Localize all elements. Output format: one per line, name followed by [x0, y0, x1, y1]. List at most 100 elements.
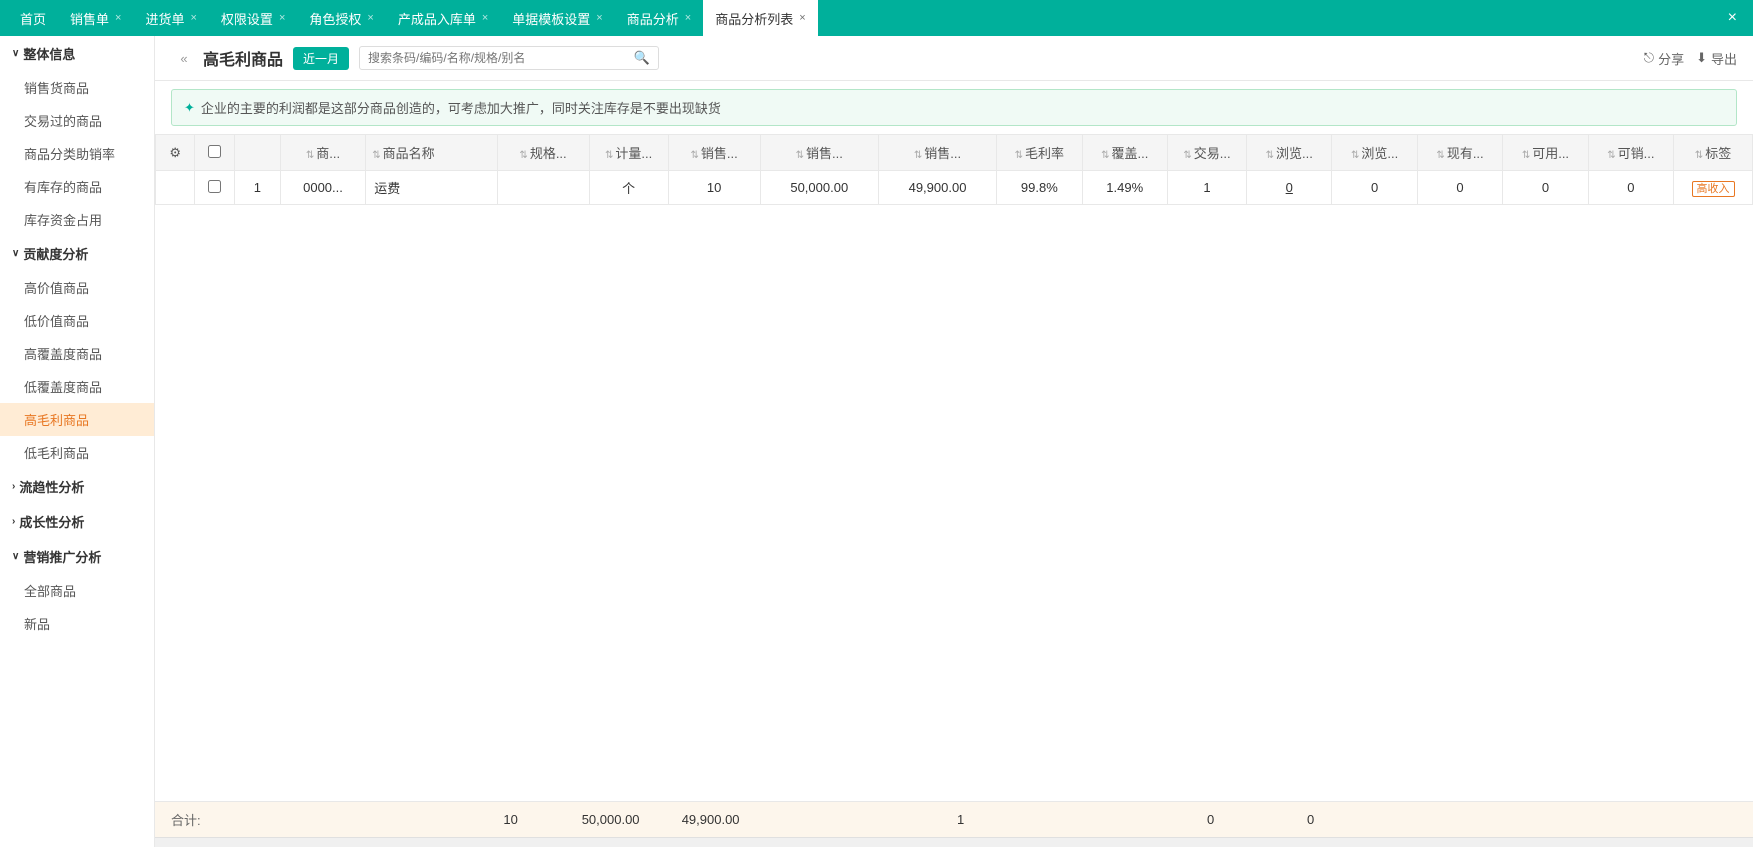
- sidebar-item-category-rate[interactable]: 商品分类助销率: [0, 137, 154, 170]
- row-setting[interactable]: [156, 171, 195, 205]
- col-header-sale3[interactable]: ⇅销售...: [878, 135, 996, 171]
- sidebar-group-overall-arrow: ∨: [12, 48, 19, 59]
- table-row: 1 0000... 运费 个 10 50,000.00 49,900.00 99…: [156, 171, 1753, 205]
- tag-badge: 高收入: [1692, 181, 1735, 197]
- nav-home[interactable]: 首页: [8, 0, 58, 36]
- footer-sale2: 50,000.00: [571, 812, 651, 827]
- nav-product-analysis[interactable]: 商品分析 ×: [615, 0, 703, 36]
- row-stock3: 0: [1588, 171, 1673, 205]
- export-button[interactable]: ⬇ 导出: [1696, 49, 1737, 68]
- sidebar-item-high-coverage[interactable]: 高覆盖度商品: [0, 337, 154, 370]
- sidebar-item-high-margin[interactable]: 高毛利商品: [0, 403, 154, 436]
- sidebar-group-contribution-arrow: ∨: [12, 248, 19, 259]
- nav-analysis-close[interactable]: ×: [685, 12, 691, 24]
- export-icon: ⬇: [1696, 50, 1707, 66]
- col-header-check[interactable]: [195, 135, 234, 171]
- table-footer: 合计: 10 50,000.00 49,900.00 1 0 0: [155, 801, 1753, 837]
- sidebar-collapse-btn[interactable]: «: [175, 49, 193, 67]
- col-header-stock1[interactable]: ⇅现有...: [1417, 135, 1502, 171]
- nav-role-close[interactable]: ×: [367, 12, 373, 24]
- nav-permission-close[interactable]: ×: [279, 12, 285, 24]
- nav-purchase[interactable]: 进货单 ×: [133, 0, 208, 36]
- sidebar-item-sales-goods[interactable]: 销售货商品: [0, 71, 154, 104]
- select-all-checkbox[interactable]: [208, 145, 221, 158]
- col-header-browse1[interactable]: ⇅浏览...: [1247, 135, 1332, 171]
- col-header-sale2[interactable]: ⇅销售...: [760, 135, 878, 171]
- nav-sales-close[interactable]: ×: [115, 12, 121, 24]
- filter-period-button[interactable]: 近一月: [293, 47, 349, 70]
- sidebar-item-high-value[interactable]: 高价值商品: [0, 271, 154, 304]
- col-header-trade[interactable]: ⇅交易...: [1167, 135, 1246, 171]
- footer-stock1: 0: [1171, 812, 1251, 827]
- nav-sales[interactable]: 销售单 ×: [58, 0, 133, 36]
- sidebar-item-low-value[interactable]: 低价值商品: [0, 304, 154, 337]
- nav-product-inbound-close[interactable]: ×: [482, 12, 488, 24]
- content-header: « 高毛利商品 近一月 🔍 ⎋ 分享 ⬇ 导出: [155, 36, 1753, 81]
- row-idx: 1: [234, 171, 280, 205]
- search-box: 🔍: [359, 46, 659, 70]
- nav-product-analysis-list[interactable]: 商品分析列表 ×: [703, 0, 817, 36]
- col-header-unit[interactable]: ⇅计量...: [589, 135, 668, 171]
- nav-template-close[interactable]: ×: [596, 12, 602, 24]
- row-checkbox[interactable]: [208, 180, 221, 193]
- col-header-code[interactable]: ⇅商...: [280, 135, 365, 171]
- row-stock1: 0: [1417, 171, 1502, 205]
- top-nav: 首页 销售单 × 进货单 × 权限设置 × 角色授权 × 产成品入库单 × 单据…: [0, 0, 1753, 36]
- sidebar-item-capital-occupation[interactable]: 库存资金占用: [0, 203, 154, 236]
- sidebar-group-overall[interactable]: ∨ 整体信息: [0, 36, 154, 71]
- sidebar-item-traded-goods[interactable]: 交易过的商品: [0, 104, 154, 137]
- search-icon[interactable]: 🔍: [634, 50, 650, 66]
- col-header-setting[interactable]: ⚙: [156, 135, 195, 171]
- share-button[interactable]: ⎋ 分享: [1644, 49, 1684, 68]
- col-header-idx: [234, 135, 280, 171]
- sidebar-group-marketing-arrow: ∨: [12, 551, 19, 562]
- row-gross-rate: 99.8%: [997, 171, 1082, 205]
- window-close-button[interactable]: ×: [1720, 9, 1745, 27]
- row-code: 0000...: [280, 171, 365, 205]
- bottom-scrollbar[interactable]: [155, 837, 1753, 847]
- col-header-cover[interactable]: ⇅覆盖...: [1082, 135, 1167, 171]
- sidebar-group-contribution[interactable]: ∨ 贡献度分析: [0, 236, 154, 271]
- nav-permission[interactable]: 权限设置 ×: [209, 0, 297, 36]
- col-header-tag[interactable]: ⇅标签: [1674, 135, 1753, 171]
- row-tag: 高收入: [1674, 171, 1753, 205]
- nav-analysis-list-close[interactable]: ×: [799, 12, 805, 24]
- sidebar-item-new-goods[interactable]: 新品: [0, 607, 154, 640]
- row-spec: [497, 171, 589, 205]
- col-header-name[interactable]: ⇅商品名称: [366, 135, 497, 171]
- col-header-spec[interactable]: ⇅规格...: [497, 135, 589, 171]
- col-header-stock3[interactable]: ⇅可销...: [1588, 135, 1673, 171]
- row-sale3: 49,900.00: [878, 171, 996, 205]
- footer-stock2: 0: [1271, 812, 1351, 827]
- sidebar-item-all-goods[interactable]: 全部商品: [0, 574, 154, 607]
- row-browse1[interactable]: 0: [1247, 171, 1332, 205]
- sidebar-item-in-stock[interactable]: 有库存的商品: [0, 170, 154, 203]
- nav-role[interactable]: 角色授权 ×: [297, 0, 385, 36]
- data-table: ⚙ ⇅商... ⇅商品名称 ⇅规格... ⇅计量... ⇅销售... ⇅销售..…: [155, 134, 1753, 205]
- nav-template-settings[interactable]: 单据模板设置 ×: [500, 0, 614, 36]
- table-wrapper: ⚙ ⇅商... ⇅商品名称 ⇅规格... ⇅计量... ⇅销售... ⇅销售..…: [155, 134, 1753, 801]
- col-header-stock2[interactable]: ⇅可用...: [1503, 135, 1588, 171]
- sidebar-group-growth[interactable]: › 成长性分析: [0, 504, 154, 539]
- row-check[interactable]: [195, 171, 234, 205]
- nav-product-inbound[interactable]: 产成品入库单 ×: [386, 0, 500, 36]
- sidebar-group-marketing[interactable]: ∨ 营销推广分析: [0, 539, 154, 574]
- main-layout: ∨ 整体信息 销售货商品 交易过的商品 商品分类助销率 有库存的商品 库存资金占…: [0, 36, 1753, 847]
- sidebar-group-trend[interactable]: › 流趋性分析: [0, 469, 154, 504]
- sidebar-item-low-margin[interactable]: 低毛利商品: [0, 436, 154, 469]
- content-area: « 高毛利商品 近一月 🔍 ⎋ 分享 ⬇ 导出 ✦ 企业的主要的利润都是这部: [155, 36, 1753, 847]
- row-sale2: 50,000.00: [760, 171, 878, 205]
- nav-purchase-close[interactable]: ×: [190, 12, 196, 24]
- sidebar: ∨ 整体信息 销售货商品 交易过的商品 商品分类助销率 有库存的商品 库存资金占…: [0, 36, 155, 847]
- row-cover: 1.49%: [1082, 171, 1167, 205]
- row-name: 运费: [366, 171, 497, 205]
- search-input[interactable]: [368, 51, 634, 65]
- col-header-browse2[interactable]: ⇅浏览...: [1332, 135, 1417, 171]
- sidebar-group-trend-arrow: ›: [12, 481, 15, 492]
- col-header-sale1[interactable]: ⇅销售...: [668, 135, 760, 171]
- page-title: 高毛利商品: [203, 46, 283, 70]
- col-header-gross[interactable]: ⇅毛利率: [997, 135, 1082, 171]
- footer-trade: 1: [921, 812, 1001, 827]
- share-icon: ⎋: [1644, 50, 1654, 66]
- sidebar-item-low-coverage[interactable]: 低覆盖度商品: [0, 370, 154, 403]
